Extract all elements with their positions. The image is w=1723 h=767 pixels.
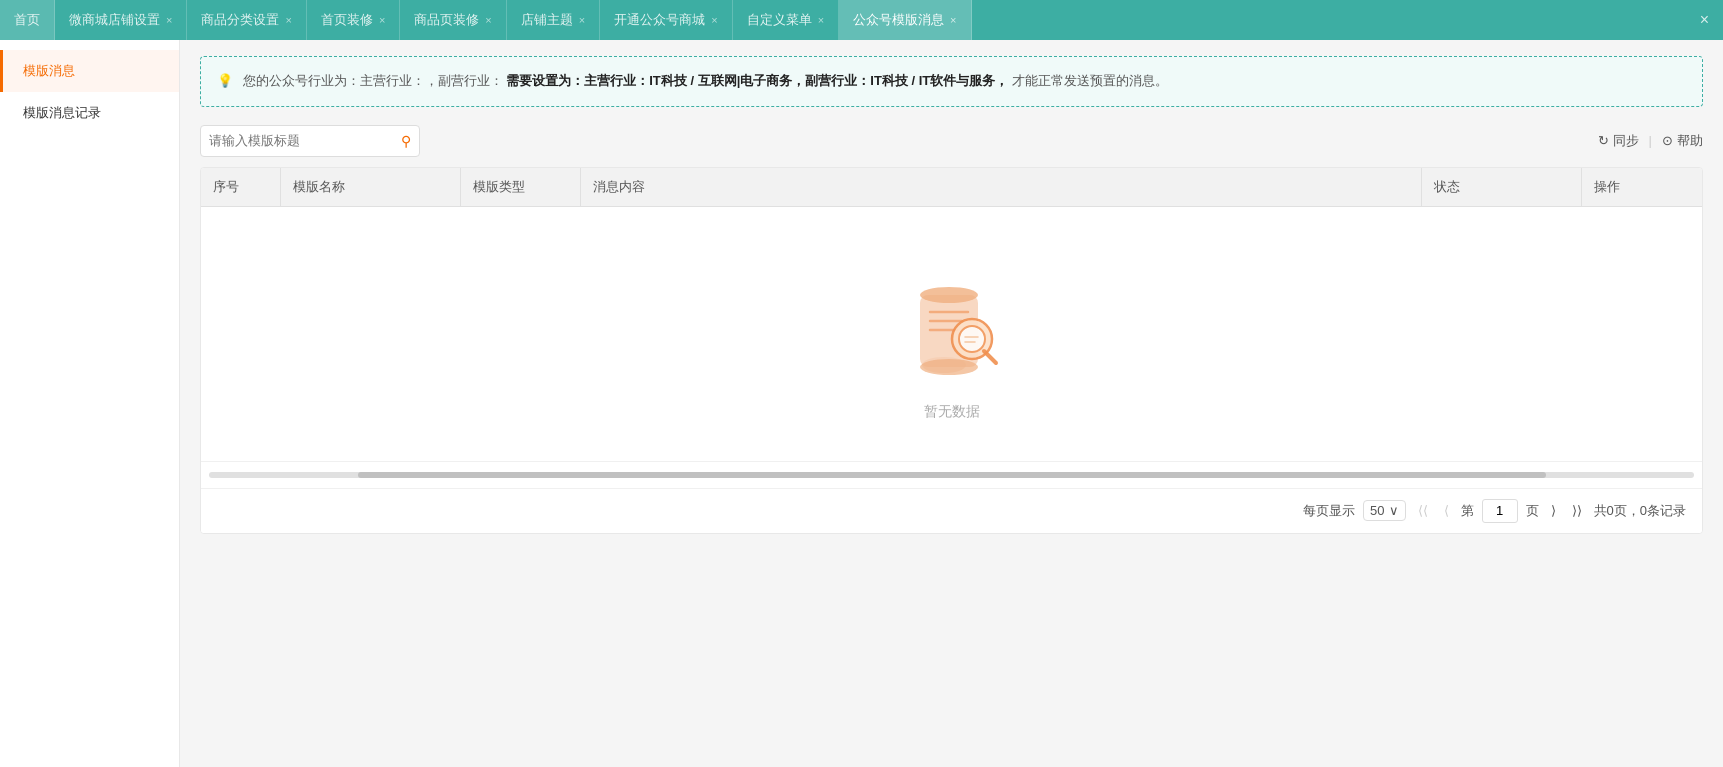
bulb-icon: 💡 bbox=[217, 73, 233, 88]
search-box: ⚲ bbox=[200, 125, 420, 157]
tab-shop-theme[interactable]: 店铺主题 × bbox=[507, 0, 600, 40]
tab-bar: 首页 微商城店铺设置 × 商品分类设置 × 首页装修 × 商品页装修 × 店铺主… bbox=[0, 0, 1723, 40]
th-type: 模版类型 bbox=[461, 168, 581, 206]
prev-page-button[interactable]: ⟨ bbox=[1440, 501, 1453, 520]
sidebar-item-template-msg[interactable]: 模版消息 bbox=[0, 50, 179, 92]
page-size-label: 每页显示 bbox=[1303, 502, 1355, 520]
th-content: 消息内容 bbox=[581, 168, 1422, 206]
empty-icon bbox=[892, 267, 1012, 387]
main-layout: 模版消息 模版消息记录 💡 您的公众号行业为：主营行业：，副营行业： 需要设置为… bbox=[0, 40, 1723, 767]
close-tab-custom-menu[interactable]: × bbox=[818, 14, 824, 26]
close-tab-shop-theme[interactable]: × bbox=[579, 14, 585, 26]
scroll-track[interactable] bbox=[209, 472, 1694, 478]
tab-custom-menu[interactable]: 自定义菜单 × bbox=[733, 0, 839, 40]
empty-text: 暂无数据 bbox=[924, 403, 980, 421]
notice-suffix: 才能正常发送预置的消息。 bbox=[1012, 73, 1168, 88]
help-button[interactable]: ⊙ 帮助 bbox=[1662, 132, 1703, 150]
tab-home-decor[interactable]: 首页装修 × bbox=[307, 0, 400, 40]
tab-template-msg[interactable]: 公众号模版消息 × bbox=[839, 0, 971, 40]
notice-highlight: 需要设置为：主营行业：IT科技 / 互联网|电子商务，副营行业：IT科技 / I… bbox=[506, 73, 1008, 88]
first-page-button[interactable]: ⟨⟨ bbox=[1414, 501, 1432, 520]
content-area: 💡 您的公众号行业为：主营行业：，副营行业： 需要设置为：主营行业：IT科技 /… bbox=[180, 40, 1723, 767]
close-tab-home-decor[interactable]: × bbox=[379, 14, 385, 26]
close-tab-template-msg[interactable]: × bbox=[950, 14, 956, 26]
sidebar: 模版消息 模版消息记录 bbox=[0, 40, 180, 767]
close-tab-micro-shop[interactable]: × bbox=[166, 14, 172, 26]
toolbar-right: ↻ 同步 | ⊙ 帮助 bbox=[1598, 132, 1703, 150]
th-name: 模版名称 bbox=[281, 168, 461, 206]
svg-point-8 bbox=[959, 326, 985, 352]
sync-icon: ↻ bbox=[1598, 133, 1609, 148]
table-header: 序号 模版名称 模版类型 消息内容 状态 操作 bbox=[201, 168, 1702, 207]
th-index: 序号 bbox=[201, 168, 281, 206]
svg-point-2 bbox=[920, 287, 978, 303]
search-icon[interactable]: ⚲ bbox=[401, 133, 411, 149]
page-size-value: 50 bbox=[1370, 503, 1384, 518]
toolbar-divider: | bbox=[1649, 133, 1652, 148]
th-action: 操作 bbox=[1582, 168, 1702, 206]
chevron-down-icon: ∨ bbox=[1389, 503, 1399, 518]
close-tab-product-category[interactable]: × bbox=[285, 14, 291, 26]
sync-button[interactable]: ↻ 同步 bbox=[1598, 132, 1639, 150]
current-page-input[interactable] bbox=[1482, 499, 1518, 523]
tab-micro-shop[interactable]: 微商城店铺设置 × bbox=[55, 0, 187, 40]
total-label: 共0页，0条记录 bbox=[1594, 502, 1686, 520]
tab-open-mall[interactable]: 开通公众号商城 × bbox=[600, 0, 732, 40]
th-status: 状态 bbox=[1422, 168, 1582, 206]
next-page-button[interactable]: ⟩ bbox=[1547, 501, 1560, 520]
empty-state: 暂无数据 bbox=[201, 207, 1702, 461]
close-all-tabs[interactable]: × bbox=[1686, 0, 1723, 40]
pagination-row: 每页显示 50 ∨ ⟨⟨ ⟨ 第 页 ⟩ ⟩⟩ 共0页，0条记录 bbox=[201, 488, 1702, 533]
scroll-thumb bbox=[358, 472, 1546, 478]
notice-prefix: 您的公众号行业为：主营行业：，副营行业： bbox=[243, 73, 503, 88]
close-tab-product-decor[interactable]: × bbox=[485, 14, 491, 26]
help-icon: ⊙ bbox=[1662, 133, 1673, 148]
sync-label: 同步 bbox=[1613, 132, 1639, 150]
tab-home[interactable]: 首页 bbox=[0, 0, 55, 40]
page-label: 页 bbox=[1526, 502, 1539, 520]
help-label: 帮助 bbox=[1677, 132, 1703, 150]
search-input[interactable] bbox=[209, 133, 401, 148]
close-tab-open-mall[interactable]: × bbox=[711, 14, 717, 26]
scroll-bar-area[interactable] bbox=[201, 461, 1702, 488]
notice-box: 💡 您的公众号行业为：主营行业：，副营行业： 需要设置为：主营行业：IT科技 /… bbox=[200, 56, 1703, 107]
page-size-select[interactable]: 50 ∨ bbox=[1363, 500, 1405, 521]
svg-line-9 bbox=[984, 351, 996, 363]
tab-product-decor[interactable]: 商品页装修 × bbox=[400, 0, 506, 40]
last-page-button[interactable]: ⟩⟩ bbox=[1568, 501, 1586, 520]
page-prefix-label: 第 bbox=[1461, 502, 1474, 520]
data-table: 序号 模版名称 模版类型 消息内容 状态 操作 bbox=[200, 167, 1703, 534]
sidebar-item-template-record[interactable]: 模版消息记录 bbox=[0, 92, 179, 134]
toolbar-row: ⚲ ↻ 同步 | ⊙ 帮助 bbox=[200, 125, 1703, 157]
svg-point-3 bbox=[920, 359, 978, 375]
tab-product-category[interactable]: 商品分类设置 × bbox=[187, 0, 306, 40]
